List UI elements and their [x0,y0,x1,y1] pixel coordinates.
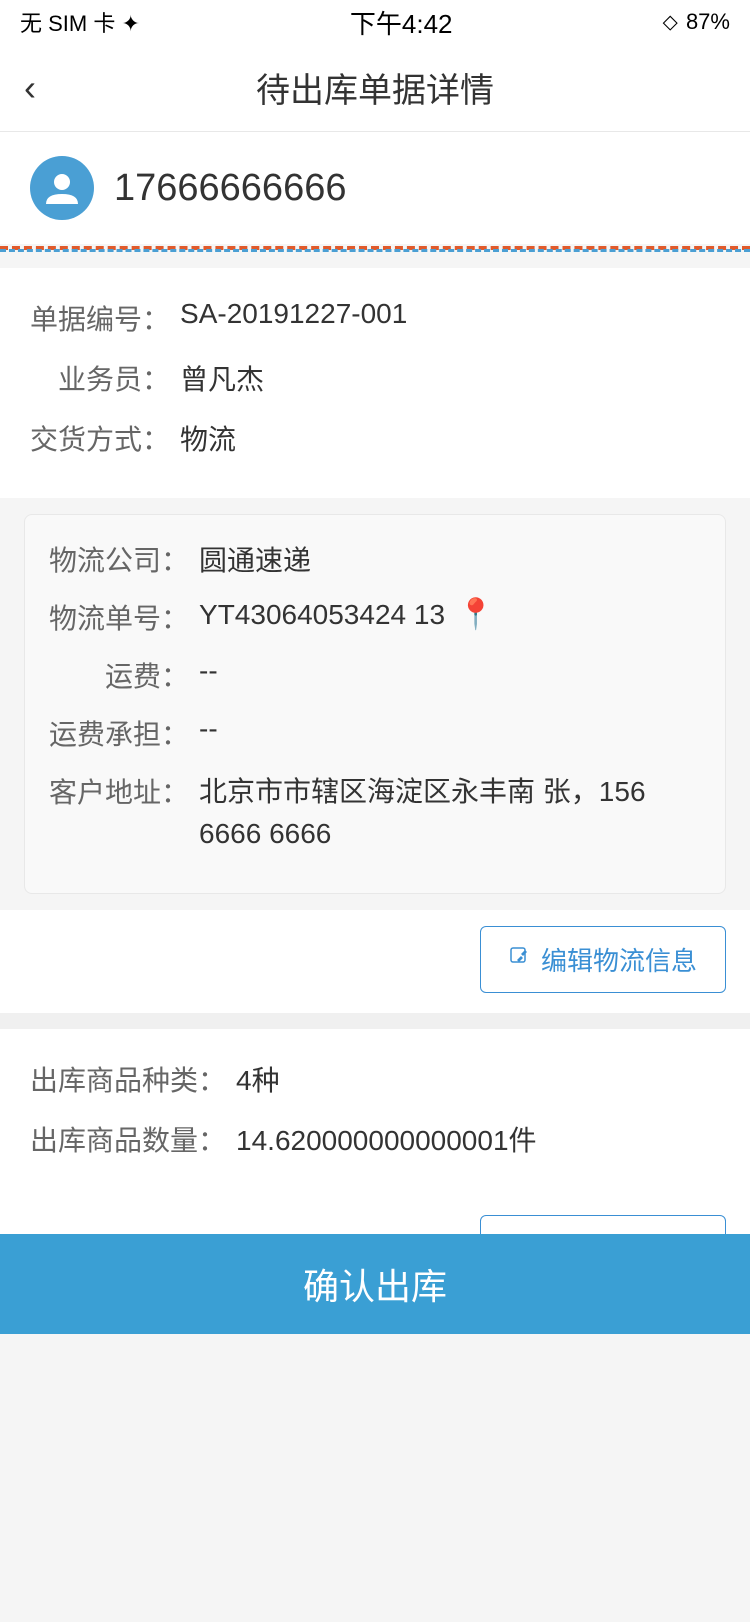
confirm-outbound-button[interactable]: 确认出库 [0,1234,750,1334]
freight-label: 运费： [49,655,189,695]
product-quantity-row: 出库商品数量： 14.620000000000001件 [30,1119,720,1159]
tracking-number-label: 物流单号： [49,597,189,637]
edit-icon [509,944,531,975]
location-icon[interactable]: 📍 [457,597,494,632]
tracking-number-text: YT43064053424 13 [199,599,445,631]
status-time: 下午4:42 [350,4,453,41]
sales-person-label: 业务员： [30,358,170,398]
address-label: 客户地址： [49,771,189,811]
tracking-number-value: YT43064053424 13 📍 [199,597,701,632]
nav-bar: ‹ 待出库单据详情 [0,44,750,132]
status-left: 无 SIM 卡 ✦ [20,6,140,38]
tracking-number-row: 物流单号： YT43064053424 13 📍 [49,597,701,637]
page-title: 待出库单据详情 [256,63,494,112]
document-number-value: SA-20191227-001 [180,298,720,330]
delivery-method-value: 物流 [180,418,720,458]
address-value: 北京市市辖区海淀区永丰南 张，156 6666 6666 [199,771,701,855]
dashed-divider [0,244,750,252]
document-number-label: 单据编号： [30,298,170,338]
avatar [30,156,94,220]
products-section: 出库商品种类： 4种 出库商品数量： 14.620000000000001件 [0,1029,750,1199]
page-content: 17666666666 单据编号： SA-20191227-001 业务员： 曾… [0,132,750,1622]
product-types-value: 4种 [236,1059,720,1099]
edit-btn-row: 编辑物流信息 [0,910,750,1013]
delivery-method-row: 交货方式： 物流 [30,418,720,458]
logistics-company-value: 圆通速递 [199,539,701,579]
product-quantity-label: 出库商品数量： [30,1119,226,1159]
sales-person-value: 曾凡杰 [180,358,720,398]
customer-phone: 17666666666 [114,167,346,210]
section-divider [0,1013,750,1029]
logistics-company-row: 物流公司： 圆通速递 [49,539,701,579]
order-info-section: 单据编号： SA-20191227-001 业务员： 曾凡杰 交货方式： 物流 [0,268,750,498]
freight-bear-label: 运费承担： [49,713,189,753]
address-row: 客户地址： 北京市市辖区海淀区永丰南 张，156 6666 6666 [49,771,701,855]
logistics-company-label: 物流公司： [49,539,189,579]
freight-bear-value: -- [199,713,701,745]
freight-bear-row: 运费承担： -- [49,713,701,753]
confirm-btn-label: 确认出库 [303,1258,447,1310]
freight-row: 运费： -- [49,655,701,695]
battery-icon: ⬦ [663,9,678,35]
confirm-btn-container: 确认出库 [0,1234,750,1334]
sales-person-row: 业务员： 曾凡杰 [30,358,720,398]
product-types-label: 出库商品种类： [30,1059,226,1099]
battery-level: 87% [686,9,730,35]
back-button[interactable]: ‹ [24,67,36,109]
customer-section: 17666666666 [0,132,750,244]
edit-btn-label: 编辑物流信息 [541,941,697,978]
delivery-method-label: 交货方式： [30,418,170,458]
product-quantity-value: 14.620000000000001件 [236,1119,720,1159]
product-types-row: 出库商品种类： 4种 [30,1059,720,1099]
document-number-row: 单据编号： SA-20191227-001 [30,298,720,338]
status-bar: 无 SIM 卡 ✦ 下午4:42 ⬦ 87% [0,0,750,44]
status-right: ⬦ 87% [663,9,730,35]
edit-logistics-button[interactable]: 编辑物流信息 [480,926,726,993]
sim-status: 无 SIM 卡 ✦ [20,6,140,38]
logistics-card: 物流公司： 圆通速递 物流单号： YT43064053424 13 📍 运费： … [24,514,726,894]
freight-value: -- [199,655,701,687]
